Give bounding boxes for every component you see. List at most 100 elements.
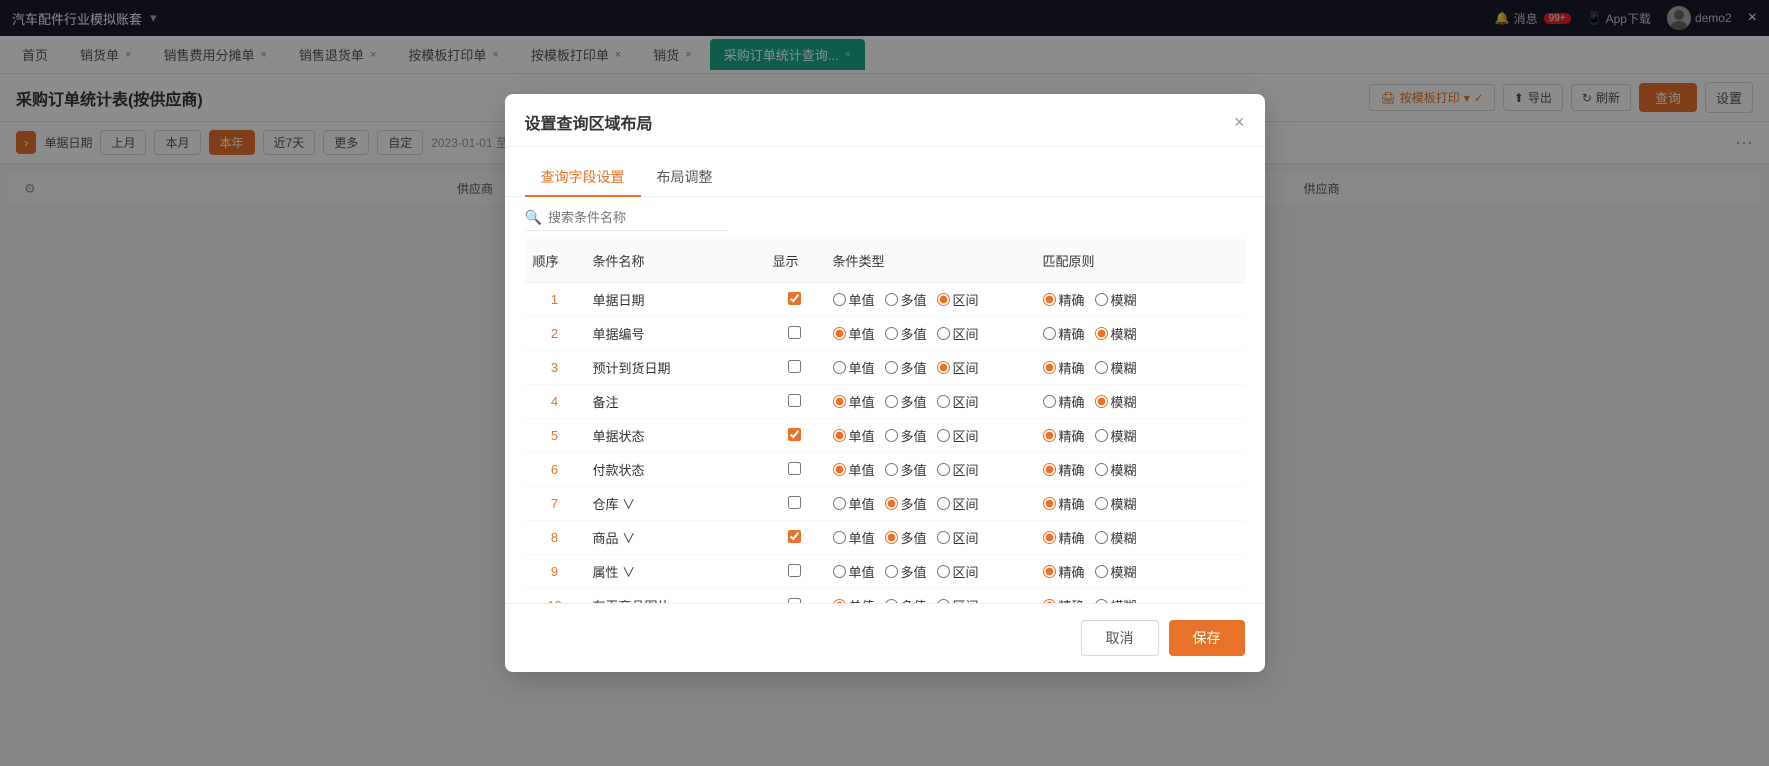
match-exact-radio[interactable]: 精确 bbox=[1043, 494, 1085, 513]
row-match: 精确 模糊 bbox=[1035, 317, 1245, 350]
type-range-radio[interactable]: 区间 bbox=[937, 562, 979, 581]
match-exact-radio[interactable]: 精确 bbox=[1043, 596, 1085, 603]
row-name: 付款状态 bbox=[585, 453, 765, 486]
row-match: 精确 模糊 bbox=[1035, 453, 1245, 486]
row-display bbox=[765, 285, 825, 315]
type-multi-radio[interactable]: 多值 bbox=[885, 596, 927, 603]
row-order: 10 bbox=[525, 591, 585, 603]
type-range-radio[interactable]: 区间 bbox=[937, 460, 979, 479]
type-single-radio[interactable]: 单值 bbox=[833, 290, 875, 309]
match-exact-radio[interactable]: 精确 bbox=[1043, 392, 1085, 411]
save-btn[interactable]: 保存 bbox=[1169, 620, 1245, 656]
cancel-btn[interactable]: 取消 bbox=[1081, 620, 1159, 656]
type-multi-radio[interactable]: 多值 bbox=[885, 528, 927, 547]
type-range-radio[interactable]: 区间 bbox=[937, 596, 979, 603]
type-multi-radio[interactable]: 多值 bbox=[885, 494, 927, 513]
main-area: 采购订单统计表(按供应商) 🖨 按模板打印 ▾ ✓ ⬆ 导出 ↻ 刷新 查询 设… bbox=[0, 74, 1769, 766]
row-match: 精确 模糊 bbox=[1035, 487, 1245, 520]
match-fuzzy-radio[interactable]: 模糊 bbox=[1095, 562, 1137, 581]
table-row: 2 单据编号 单值 多值 区间 bbox=[525, 317, 1245, 351]
row-display bbox=[765, 387, 825, 417]
display-checkbox[interactable] bbox=[788, 292, 801, 305]
display-checkbox[interactable] bbox=[788, 360, 801, 373]
search-icon: 🔍 bbox=[525, 209, 542, 226]
row-match: 精确 模糊 bbox=[1035, 555, 1245, 588]
match-exact-radio[interactable]: 精确 bbox=[1043, 290, 1085, 309]
col-display-header: 显示 bbox=[765, 247, 825, 274]
row-match: 精确 模糊 bbox=[1035, 385, 1245, 418]
row-order: 6 bbox=[525, 455, 585, 484]
tab-layout-adjust[interactable]: 布局调整 bbox=[641, 159, 729, 197]
row-name: 商品 ∨ bbox=[585, 521, 765, 554]
dialog-close-btn[interactable]: × bbox=[1234, 112, 1245, 133]
display-checkbox[interactable] bbox=[788, 428, 801, 441]
row-name: 单据状态 bbox=[585, 419, 765, 452]
match-fuzzy-radio[interactable]: 模糊 bbox=[1095, 494, 1137, 513]
col-match-header: 匹配原则 bbox=[1035, 247, 1245, 274]
row-type: 单值 多值 区间 bbox=[825, 283, 1035, 316]
type-multi-radio[interactable]: 多值 bbox=[885, 290, 927, 309]
col-name-header: 条件名称 bbox=[585, 247, 765, 274]
type-multi-radio[interactable]: 多值 bbox=[885, 358, 927, 377]
type-range-radio[interactable]: 区间 bbox=[937, 324, 979, 343]
match-fuzzy-radio[interactable]: 模糊 bbox=[1095, 392, 1137, 411]
match-exact-radio[interactable]: 精确 bbox=[1043, 426, 1085, 445]
type-range-radio[interactable]: 区间 bbox=[937, 392, 979, 411]
type-multi-radio[interactable]: 多值 bbox=[885, 562, 927, 581]
tab-query-fields[interactable]: 查询字段设置 bbox=[525, 159, 641, 197]
display-checkbox[interactable] bbox=[788, 564, 801, 577]
match-exact-radio[interactable]: 精确 bbox=[1043, 528, 1085, 547]
type-single-radio[interactable]: 单值 bbox=[833, 596, 875, 603]
type-multi-radio[interactable]: 多值 bbox=[885, 324, 927, 343]
type-single-radio[interactable]: 单值 bbox=[833, 392, 875, 411]
dialog-table: 顺序 条件名称 显示 条件类型 匹配原则 1 单据日期 bbox=[505, 239, 1265, 603]
type-range-radio[interactable]: 区间 bbox=[937, 494, 979, 513]
type-single-radio[interactable]: 单值 bbox=[833, 426, 875, 445]
type-single-radio[interactable]: 单值 bbox=[833, 324, 875, 343]
match-fuzzy-radio[interactable]: 模糊 bbox=[1095, 460, 1137, 479]
match-fuzzy-radio[interactable]: 模糊 bbox=[1095, 358, 1137, 377]
match-exact-radio[interactable]: 精确 bbox=[1043, 460, 1085, 479]
type-range-radio[interactable]: 区间 bbox=[937, 358, 979, 377]
type-single-radio[interactable]: 单值 bbox=[833, 460, 875, 479]
search-input[interactable] bbox=[548, 210, 728, 225]
search-input-wrap: 🔍 bbox=[525, 209, 728, 231]
row-type: 单值 多值 区间 bbox=[825, 385, 1035, 418]
row-display bbox=[765, 523, 825, 553]
display-checkbox[interactable] bbox=[788, 326, 801, 339]
match-fuzzy-radio[interactable]: 模糊 bbox=[1095, 426, 1137, 445]
display-checkbox[interactable] bbox=[788, 462, 801, 475]
row-name: 属性 ∨ bbox=[585, 555, 765, 588]
dialog-header: 设置查询区域布局 × bbox=[505, 94, 1265, 147]
match-fuzzy-radio[interactable]: 模糊 bbox=[1095, 596, 1137, 603]
type-multi-radio[interactable]: 多值 bbox=[885, 426, 927, 445]
table-row: 6 付款状态 单值 多值 区间 bbox=[525, 453, 1245, 487]
display-checkbox[interactable] bbox=[788, 530, 801, 543]
display-checkbox[interactable] bbox=[788, 394, 801, 407]
match-exact-radio[interactable]: 精确 bbox=[1043, 562, 1085, 581]
match-fuzzy-radio[interactable]: 模糊 bbox=[1095, 528, 1137, 547]
type-multi-radio[interactable]: 多值 bbox=[885, 392, 927, 411]
row-order: 8 bbox=[525, 523, 585, 552]
row-order: 5 bbox=[525, 421, 585, 450]
type-single-radio[interactable]: 单值 bbox=[833, 528, 875, 547]
type-range-radio[interactable]: 区间 bbox=[937, 528, 979, 547]
row-order: 9 bbox=[525, 557, 585, 586]
match-fuzzy-radio[interactable]: 模糊 bbox=[1095, 290, 1137, 309]
row-order: 4 bbox=[525, 387, 585, 416]
match-exact-radio[interactable]: 精确 bbox=[1043, 358, 1085, 377]
table-row: 5 单据状态 单值 多值 区间 bbox=[525, 419, 1245, 453]
match-exact-radio[interactable]: 精确 bbox=[1043, 324, 1085, 343]
row-type: 单值 多值 区间 bbox=[825, 487, 1035, 520]
type-single-radio[interactable]: 单值 bbox=[833, 494, 875, 513]
type-range-radio[interactable]: 区间 bbox=[937, 426, 979, 445]
match-fuzzy-radio[interactable]: 模糊 bbox=[1095, 324, 1137, 343]
display-checkbox[interactable] bbox=[788, 496, 801, 509]
type-single-radio[interactable]: 单值 bbox=[833, 562, 875, 581]
type-range-radio[interactable]: 区间 bbox=[937, 290, 979, 309]
table-row: 4 备注 单值 多值 区间 bbox=[525, 385, 1245, 419]
row-name: 预计到货日期 bbox=[585, 351, 765, 384]
type-single-radio[interactable]: 单值 bbox=[833, 358, 875, 377]
type-multi-radio[interactable]: 多值 bbox=[885, 460, 927, 479]
dialog-tab-bar: 查询字段设置 布局调整 bbox=[505, 147, 1265, 197]
